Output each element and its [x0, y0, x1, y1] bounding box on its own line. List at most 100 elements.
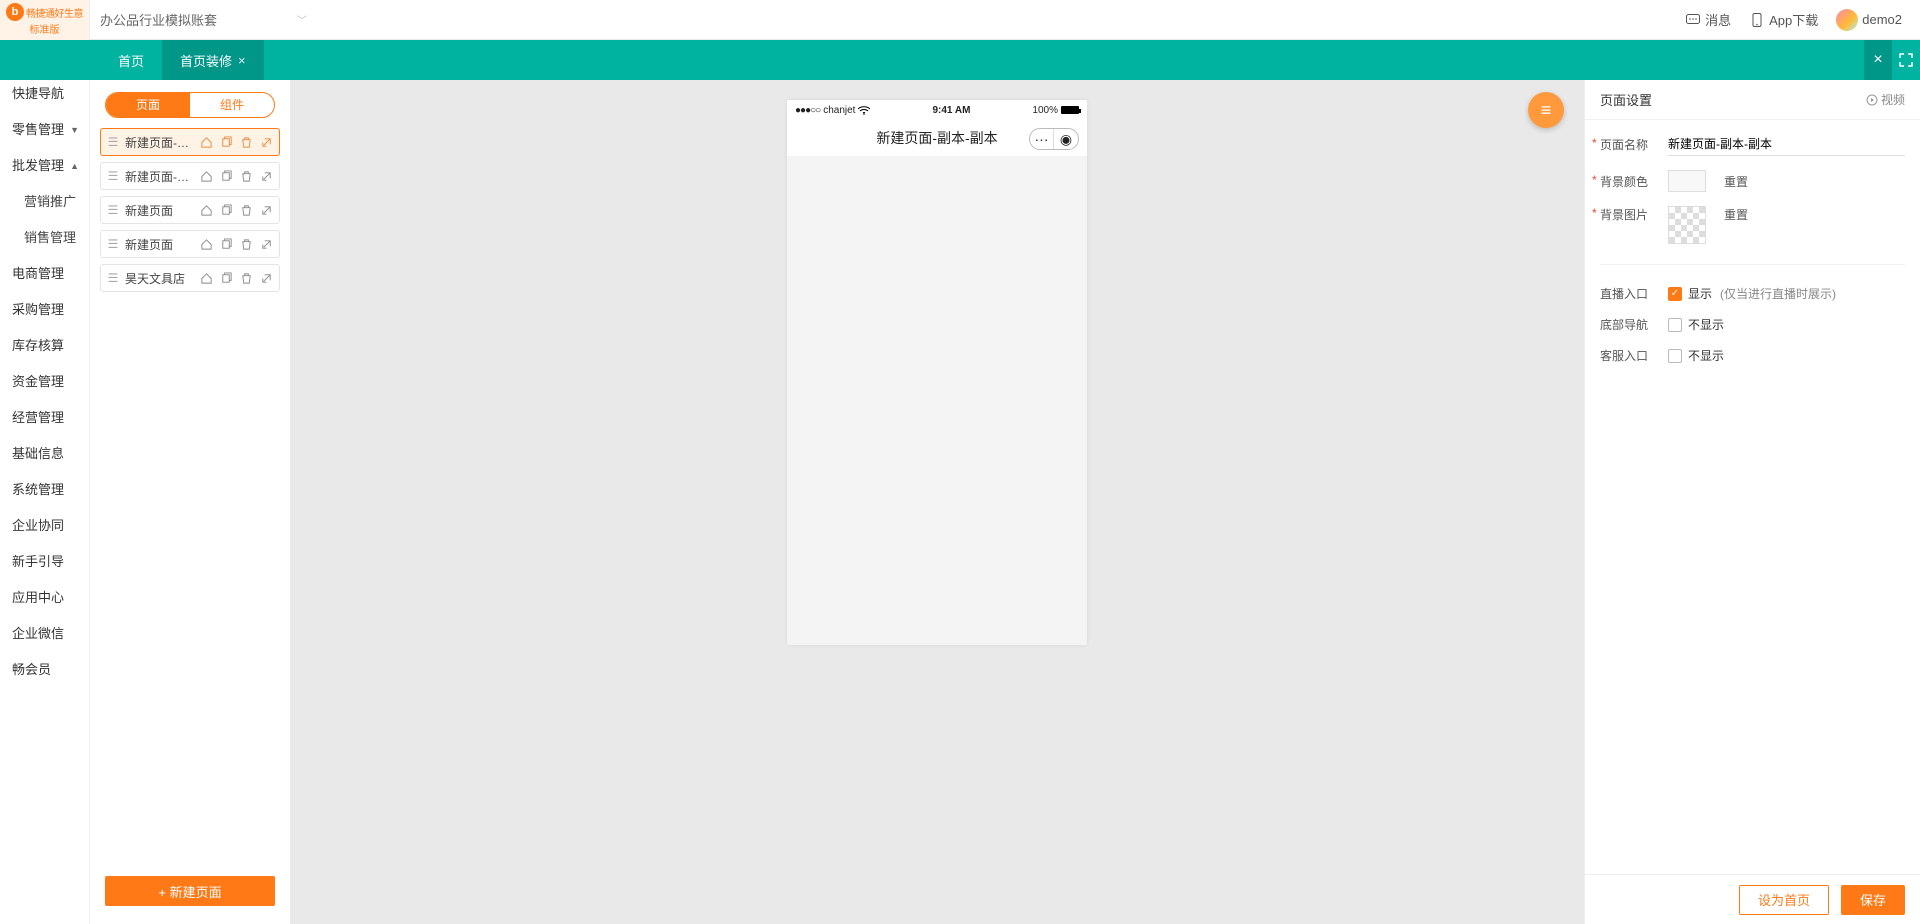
brand-logo[interactable]: b 畅捷通好生意 标准版: [0, 0, 90, 40]
delete-icon[interactable]: [239, 135, 253, 149]
app-download-link[interactable]: App下载: [1749, 10, 1818, 29]
company-selector[interactable]: 办公品行业模拟账套 ﹀: [100, 10, 307, 29]
tab-decorate[interactable]: 首页装修 ×: [162, 40, 264, 80]
open-icon[interactable]: [259, 203, 273, 217]
home-icon[interactable]: [199, 237, 213, 251]
page-item[interactable]: ☰ 新建页面: [100, 196, 280, 224]
phone-title: 新建页面-副本-副本: [876, 128, 997, 148]
open-icon[interactable]: [259, 237, 273, 251]
sidebar-item-newbie[interactable]: 新手引导: [0, 544, 89, 580]
settings-panel: 页面设置 视频 页面名称 背景颜色 重置: [1584, 80, 1920, 924]
phone-statusbar: ●●●○○ chanjet 9:41 AM 100%: [787, 100, 1087, 120]
copy-icon[interactable]: [219, 271, 233, 285]
drag-handle-icon[interactable]: ☰: [107, 237, 119, 251]
field-label-live: 直播入口: [1600, 285, 1658, 302]
live-hint: (仅当进行直播时展示): [1720, 285, 1836, 302]
page-item[interactable]: ☰ 新建页面-副本: [100, 162, 280, 190]
live-show-label: 显示: [1688, 285, 1712, 302]
new-page-button[interactable]: + 新建页面: [105, 876, 275, 906]
messages-link[interactable]: 消息: [1685, 10, 1731, 29]
bgimg-swatch[interactable]: [1668, 206, 1706, 244]
sidebar-item-retail[interactable]: 零售管理▼: [0, 112, 89, 148]
cs-label: 不显示: [1688, 347, 1724, 364]
close-all-button[interactable]: ×: [1864, 40, 1892, 80]
drag-handle-icon[interactable]: ☰: [107, 135, 119, 149]
copy-icon[interactable]: [219, 237, 233, 251]
live-show-checkbox[interactable]: ✓: [1668, 287, 1682, 301]
chat-icon: [1685, 12, 1701, 28]
drag-handle-icon[interactable]: ☰: [107, 169, 119, 183]
home-icon[interactable]: [199, 203, 213, 217]
cs-checkbox[interactable]: [1668, 349, 1682, 363]
more-icon[interactable]: ···: [1030, 129, 1054, 149]
field-label-bgimg: 背景图片: [1600, 206, 1658, 223]
phone-preview: ●●●○○ chanjet 9:41 AM 100%: [787, 100, 1087, 645]
menu-icon: ≡: [1541, 100, 1552, 121]
home-icon[interactable]: [199, 169, 213, 183]
sidebar-item-quicknav[interactable]: 快捷导航: [0, 76, 89, 112]
sidebar-item-wholesale[interactable]: 批发管理▲: [0, 148, 89, 184]
video-help-link[interactable]: 视频: [1866, 91, 1905, 108]
page-name-input[interactable]: [1668, 132, 1905, 156]
delete-icon[interactable]: [239, 237, 253, 251]
field-label-name: 页面名称: [1600, 136, 1658, 153]
brand-edition: 标准版: [30, 21, 60, 36]
page-name: 新建页面-副本…: [125, 134, 193, 151]
delete-icon[interactable]: [239, 169, 253, 183]
page-item[interactable]: ☰ 新建页面: [100, 230, 280, 258]
set-home-button[interactable]: 设为首页: [1739, 885, 1829, 915]
components-fab[interactable]: ≡: [1528, 92, 1564, 128]
home-icon[interactable]: [199, 271, 213, 285]
sidebar-item-purchase[interactable]: 采购管理: [0, 292, 89, 328]
close-icon[interactable]: ×: [238, 53, 246, 68]
sidebar-item-sales[interactable]: 销售管理: [0, 220, 89, 256]
sidebar-item-wechat[interactable]: 企业微信: [0, 616, 89, 652]
fullscreen-button[interactable]: [1892, 40, 1920, 80]
company-name: 办公品行业模拟账套: [100, 10, 217, 29]
page-item[interactable]: ☰ 昊天文具店: [100, 264, 280, 292]
segment-page[interactable]: 页面: [106, 93, 190, 117]
page-name: 新建页面: [125, 236, 193, 253]
sidebar-item-ecommerce[interactable]: 电商管理: [0, 256, 89, 292]
app-download-label: App下载: [1769, 10, 1818, 29]
drag-handle-icon[interactable]: ☰: [107, 203, 119, 217]
copy-icon[interactable]: [219, 169, 233, 183]
open-icon[interactable]: [259, 135, 273, 149]
expand-icon: [1899, 53, 1913, 67]
caret-down-icon: ▼: [70, 112, 79, 148]
bottomnav-checkbox[interactable]: [1668, 318, 1682, 332]
bgcolor-swatch[interactable]: [1668, 170, 1706, 192]
save-button[interactable]: 保存: [1841, 885, 1905, 915]
page-name: 昊天文具店: [125, 270, 193, 287]
copy-icon[interactable]: [219, 203, 233, 217]
tab-home[interactable]: 首页: [100, 40, 162, 80]
bgcolor-reset[interactable]: 重置: [1724, 173, 1748, 190]
open-icon[interactable]: [259, 271, 273, 285]
home-icon[interactable]: [199, 135, 213, 149]
miniprogram-capsule[interactable]: ··· ◉: [1029, 128, 1079, 150]
settings-title: 页面设置: [1600, 90, 1652, 109]
sidebar-item-operation[interactable]: 经营管理: [0, 400, 89, 436]
sidebar-item-member[interactable]: 畅会员: [0, 652, 89, 688]
segment-component[interactable]: 组件: [190, 93, 274, 117]
copy-icon[interactable]: [219, 135, 233, 149]
logo-glyph-icon: b: [6, 3, 24, 21]
sidebar-item-collab[interactable]: 企业协同: [0, 508, 89, 544]
sidebar-item-basicinfo[interactable]: 基础信息: [0, 436, 89, 472]
sidebar-item-appstore[interactable]: 应用中心: [0, 580, 89, 616]
user-menu[interactable]: demo2: [1836, 9, 1902, 31]
target-icon[interactable]: ◉: [1054, 129, 1078, 149]
delete-icon[interactable]: [239, 203, 253, 217]
bgimg-reset[interactable]: 重置: [1724, 206, 1748, 223]
sidebar-item-system[interactable]: 系统管理: [0, 472, 89, 508]
drag-handle-icon[interactable]: ☰: [107, 271, 119, 285]
brand-name: 畅捷通好生意: [26, 5, 83, 20]
field-label-cs: 客服入口: [1600, 347, 1658, 364]
page-item[interactable]: ☰ 新建页面-副本…: [100, 128, 280, 156]
signal-dots-icon: ●●●○○: [795, 105, 820, 116]
sidebar-item-funds[interactable]: 资金管理: [0, 364, 89, 400]
sidebar-item-inventory[interactable]: 库存核算: [0, 328, 89, 364]
delete-icon[interactable]: [239, 271, 253, 285]
open-icon[interactable]: [259, 169, 273, 183]
sidebar-item-marketing[interactable]: 营销推广: [0, 184, 89, 220]
